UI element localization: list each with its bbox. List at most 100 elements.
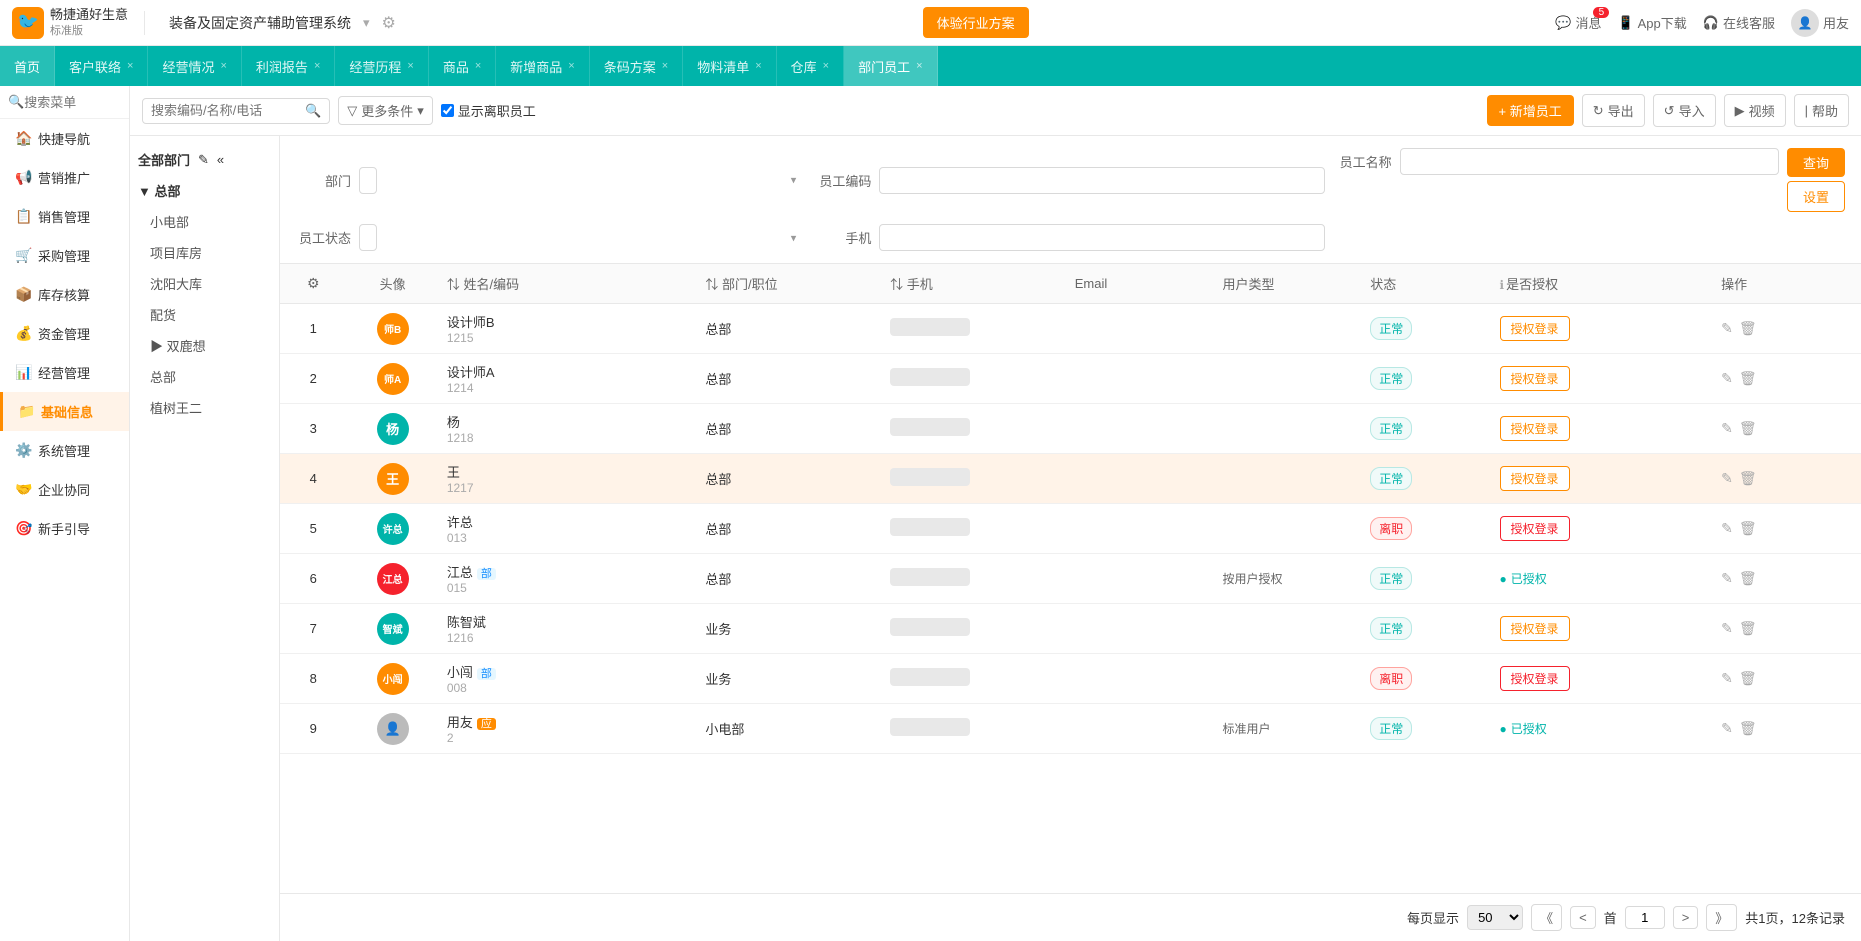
add-employee-button[interactable]: + 新增员工 — [1487, 95, 1574, 126]
nav-tab-barcode[interactable]: 条码方案 × — [590, 46, 683, 86]
import-button[interactable]: ↺ 导入 — [1653, 94, 1716, 127]
sidebar-search-input[interactable] — [24, 95, 130, 110]
nav-tab-add-goods[interactable]: 新增商品 × — [496, 46, 589, 86]
auth-login-button[interactable]: 授权登录 — [1500, 416, 1570, 441]
system-dropdown-icon[interactable]: ▾ — [363, 15, 370, 31]
user-area[interactable]: 👤 用友 — [1791, 9, 1849, 37]
auth-login-button[interactable]: 授权登录 — [1500, 616, 1570, 641]
dept-select[interactable] — [359, 167, 377, 194]
sidebar-item-quick-nav[interactable]: 🏠 快捷导航 — [0, 119, 129, 158]
nav-tab-warehouse[interactable]: 仓库 × — [777, 46, 844, 86]
emp-code-input[interactable] — [879, 167, 1324, 194]
auth-login-button[interactable]: 授权登录 — [1500, 366, 1570, 391]
dept-item-small-electric[interactable]: 小电部 — [130, 206, 279, 237]
sidebar-item-system[interactable]: ⚙️ 系统管理 — [0, 431, 129, 470]
edit-icon[interactable]: ✎ — [1721, 370, 1733, 387]
dept-item-headquarters[interactable]: 总部 — [130, 361, 279, 392]
auth-info-icon[interactable]: ℹ — [1500, 278, 1505, 292]
sidebar-item-operations-mgmt[interactable]: 📊 经营管理 — [0, 353, 129, 392]
sidebar-item-inventory[interactable]: 📦 库存核算 — [0, 275, 129, 314]
delete-icon[interactable]: 🗑 — [1739, 570, 1757, 587]
export-button[interactable]: ↻ 导出 — [1582, 94, 1645, 127]
online-service[interactable]: 🎧 在线客服 — [1703, 13, 1775, 32]
close-icon[interactable]: × — [916, 60, 922, 72]
close-icon[interactable]: × — [314, 60, 320, 72]
dept-item-shenyang[interactable]: 沈阳大库 — [130, 268, 279, 299]
sidebar-item-collab[interactable]: 🤝 企业协同 — [0, 470, 129, 509]
nav-tab-bom[interactable]: 物料清单 × — [683, 46, 776, 86]
close-icon[interactable]: × — [662, 60, 668, 72]
trial-button[interactable]: 体验行业方案 — [923, 7, 1029, 38]
nav-tab-goods[interactable]: 商品 × — [429, 46, 496, 86]
search-box[interactable]: 🔍 — [142, 98, 330, 124]
close-icon[interactable]: × — [568, 60, 574, 72]
show-resigned-checkbox[interactable]: 显示离职员工 — [441, 101, 536, 120]
close-icon[interactable]: × — [475, 60, 481, 72]
close-icon[interactable]: × — [823, 60, 829, 72]
dept-settings-icon[interactable]: ✎ — [198, 152, 209, 168]
search-btn-icon[interactable]: 🔍 — [305, 103, 321, 119]
edit-icon[interactable]: ✎ — [1721, 520, 1733, 537]
auth-login-button[interactable]: 授权登录 — [1500, 316, 1570, 341]
nav-tab-operations[interactable]: 经营情况 × — [148, 46, 241, 86]
more-filter-btn[interactable]: ▽ 更多条件 ▾ — [338, 96, 433, 125]
app-download[interactable]: 📱 App下载 — [1617, 13, 1686, 32]
edit-icon[interactable]: ✎ — [1721, 670, 1733, 687]
settings-icon[interactable]: ⚙ — [382, 13, 396, 33]
edit-icon[interactable]: ✎ — [1721, 420, 1733, 437]
auth-login-button[interactable]: 授权登录 — [1500, 516, 1570, 541]
dept-collapse-icon[interactable]: « — [217, 152, 224, 167]
nav-tab-home[interactable]: 首页 — [0, 46, 55, 86]
next-page-button[interactable]: > — [1673, 906, 1699, 929]
col-phone[interactable]: ⇅ 手机 — [882, 264, 1067, 304]
auth-login-button[interactable]: 授权登录 — [1500, 466, 1570, 491]
help-button[interactable]: | 帮助 — [1794, 94, 1849, 127]
table-settings-icon[interactable]: ⚙ — [307, 275, 320, 291]
edit-icon[interactable]: ✎ — [1721, 720, 1733, 737]
sidebar-item-finance[interactable]: 💰 资金管理 — [0, 314, 129, 353]
dept-item-shuanglu[interactable]: ▶ 双鹿想 — [130, 330, 279, 361]
close-icon[interactable]: × — [127, 60, 133, 72]
col-name[interactable]: ⇅ 姓名/编码 — [439, 264, 698, 304]
edit-icon[interactable]: ✎ — [1721, 570, 1733, 587]
emp-name-input[interactable] — [1400, 148, 1779, 175]
message-icon[interactable]: 💬 消息 5 — [1555, 13, 1601, 32]
delete-icon[interactable]: 🗑 — [1739, 470, 1757, 487]
auth-login-button[interactable]: 授权登录 — [1500, 666, 1570, 691]
delete-icon[interactable]: 🗑 — [1739, 720, 1757, 737]
sidebar-item-marketing[interactable]: 📢 营销推广 — [0, 158, 129, 197]
close-icon[interactable]: × — [407, 60, 413, 72]
dept-item-zhishu[interactable]: 植树王二 — [130, 392, 279, 423]
close-icon[interactable]: × — [220, 60, 226, 72]
sidebar-item-guide[interactable]: 🎯 新手引导 — [0, 509, 129, 548]
nav-tab-customers[interactable]: 客户联络 × — [55, 46, 148, 86]
prev-page-button[interactable]: < — [1570, 906, 1596, 929]
edit-icon[interactable]: ✎ — [1721, 320, 1733, 337]
phone-input[interactable] — [879, 224, 1324, 251]
settings-button[interactable]: 设置 — [1787, 181, 1845, 212]
sidebar-item-basic-info[interactable]: 📁 基础信息 — [0, 392, 129, 431]
edit-icon[interactable]: ✎ — [1721, 470, 1733, 487]
delete-icon[interactable]: 🗑 — [1739, 620, 1757, 637]
last-page-button[interactable]: 》 — [1706, 904, 1737, 931]
delete-icon[interactable]: 🗑 — [1739, 420, 1757, 437]
sidebar-item-sales[interactable]: 📋 销售管理 — [0, 197, 129, 236]
search-input[interactable] — [151, 103, 301, 118]
nav-tab-profit[interactable]: 利润报告 × — [242, 46, 335, 86]
close-icon[interactable]: × — [755, 60, 761, 72]
dept-item-headquarters-parent[interactable]: ▼ 总部 — [130, 175, 279, 206]
delete-icon[interactable]: 🗑 — [1739, 520, 1757, 537]
dept-item-distribution[interactable]: 配货 — [130, 299, 279, 330]
delete-icon[interactable]: 🗑 — [1739, 670, 1757, 687]
delete-icon[interactable]: 🗑 — [1739, 370, 1757, 387]
first-page-button[interactable]: 《 — [1531, 904, 1562, 931]
col-dept[interactable]: ⇅ 部门/职位 — [697, 264, 882, 304]
dept-item-project-warehouse[interactable]: 项目库房 — [130, 237, 279, 268]
edit-icon[interactable]: ✎ — [1721, 620, 1733, 637]
status-select[interactable] — [359, 224, 377, 251]
page-size-select[interactable]: 50 100 — [1467, 905, 1523, 930]
delete-icon[interactable]: 🗑 — [1739, 320, 1757, 337]
nav-tab-dept-staff[interactable]: 部门员工 × — [844, 46, 937, 86]
video-button[interactable]: ▶ 视频 — [1724, 94, 1786, 127]
nav-tab-history[interactable]: 经营历程 × — [335, 46, 428, 86]
